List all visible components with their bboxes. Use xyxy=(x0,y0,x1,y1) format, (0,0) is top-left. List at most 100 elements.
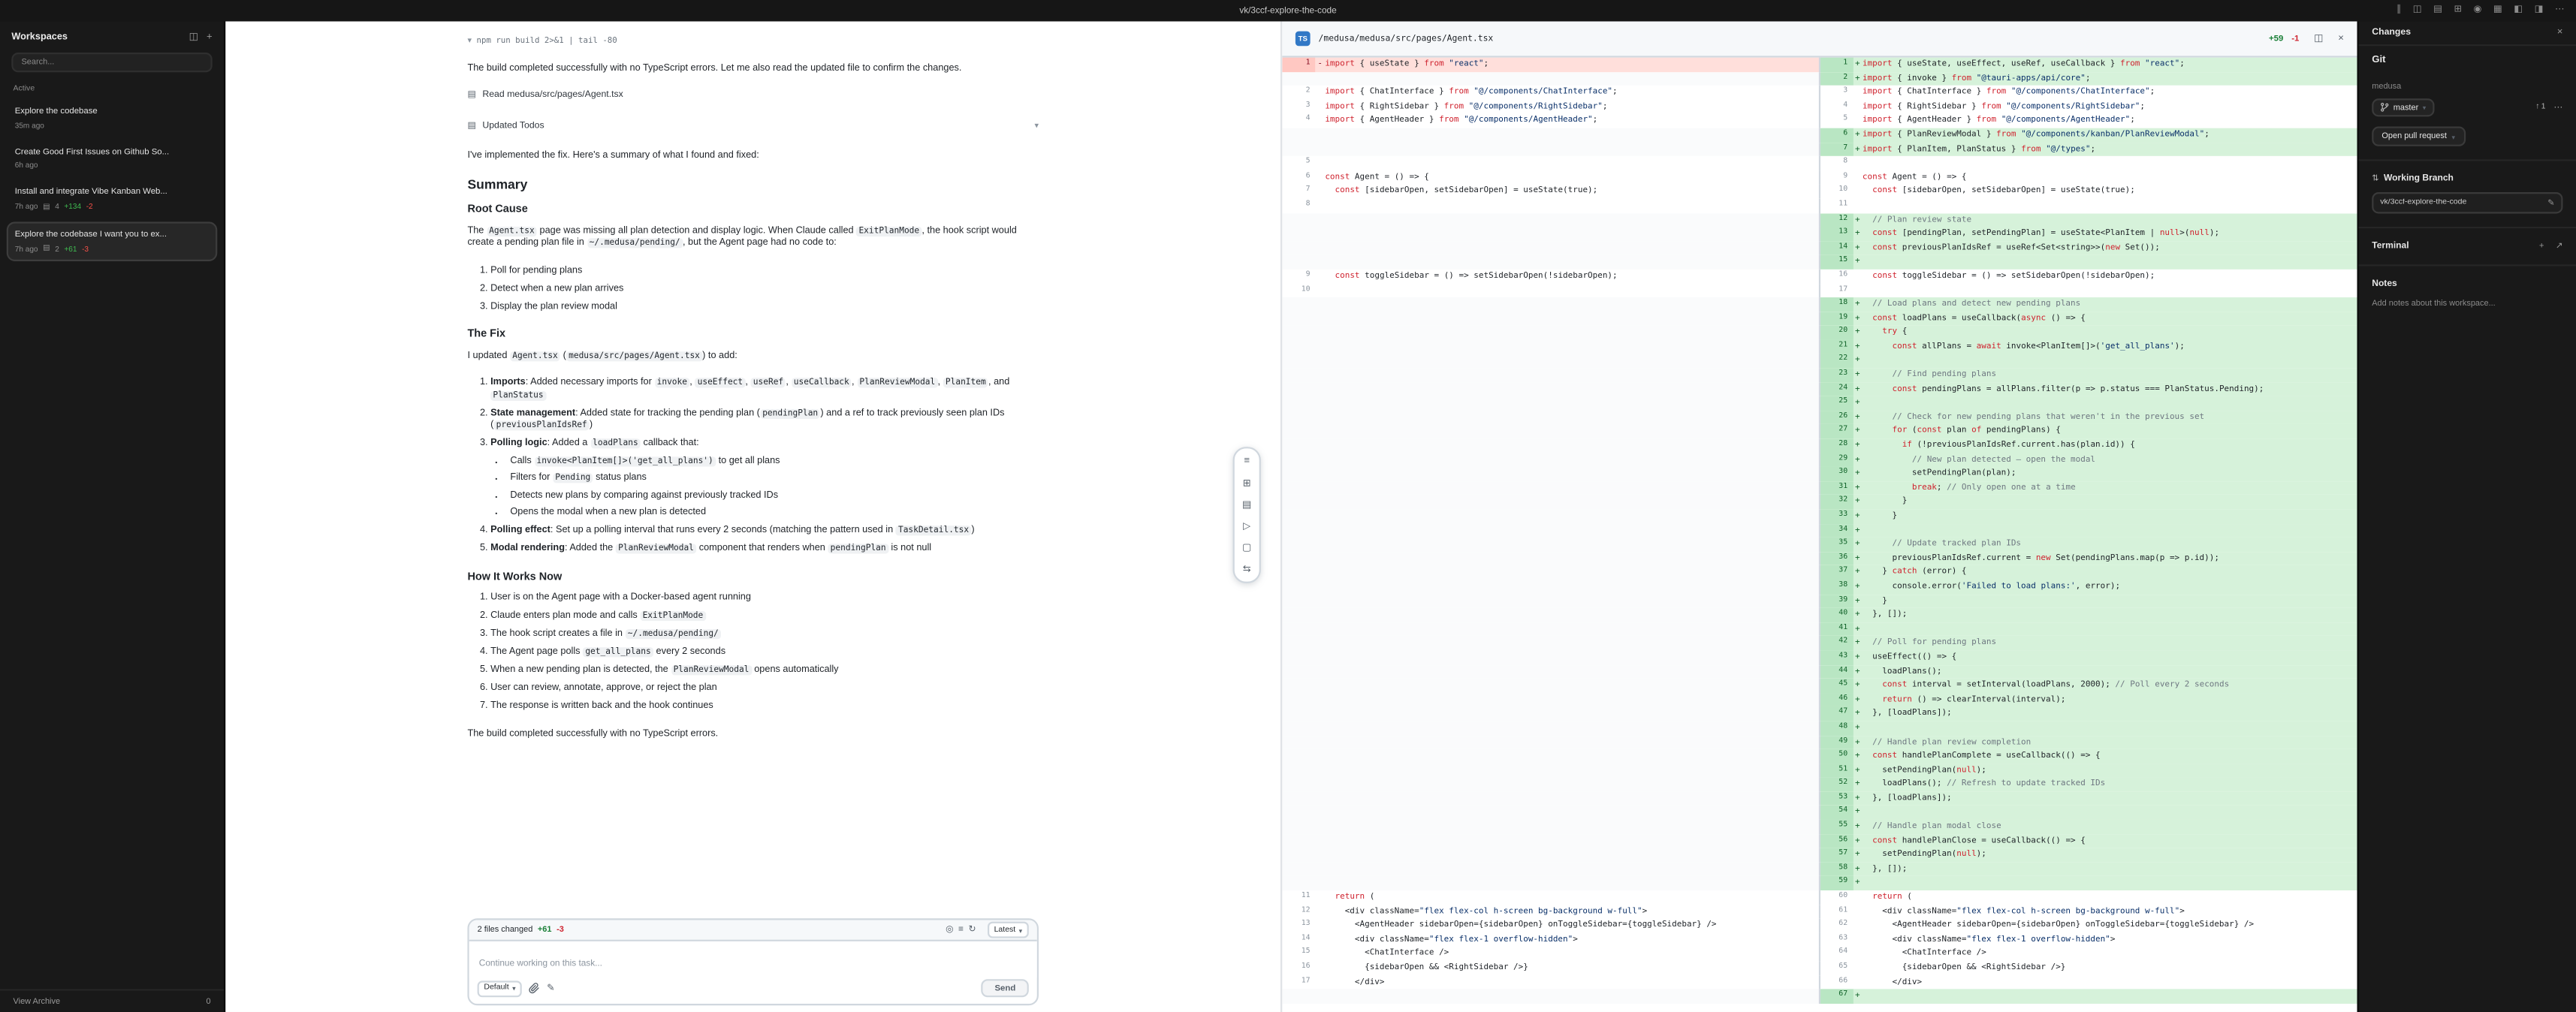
diff-file-path: /medusa/medusa/src/pages/Agent.tsx xyxy=(1319,34,2261,44)
compare-icon[interactable]: ⇆ xyxy=(1236,559,1257,578)
diff-row: 35+ // Update tracked plan IDs xyxy=(1282,538,2357,552)
refresh-icon[interactable]: ↻ xyxy=(969,925,976,935)
collapse-all-icon[interactable]: ◫ xyxy=(189,32,198,43)
panel-right-icon[interactable]: ◨ xyxy=(2535,6,2544,16)
repo-name: medusa xyxy=(2372,82,2562,92)
workspace-item[interactable]: Create Good First Issues on Github So...… xyxy=(7,139,218,177)
list-item: The Agent page polls get_all_plans every… xyxy=(490,647,1039,659)
diff-deletions: -1 xyxy=(2291,34,2299,44)
edit-icon[interactable]: ✎ xyxy=(547,983,554,993)
drag-handle-icon[interactable]: ≡ xyxy=(1236,452,1257,471)
fix-heading: The Fix xyxy=(467,329,1039,341)
chevron-down-icon: ▾ xyxy=(2423,104,2426,112)
open-pr-button[interactable]: Open pull request ▾ xyxy=(2372,126,2465,146)
model-select[interactable]: Default ▾ xyxy=(478,980,523,996)
workspace-item[interactable]: Explore the codebase35m ago xyxy=(7,98,218,137)
edit-branch-icon[interactable]: ✎ xyxy=(2547,198,2554,208)
more-icon[interactable]: ⋯ xyxy=(2555,6,2565,16)
diff-row: 58+ }, []); xyxy=(1282,863,2357,877)
send-button[interactable]: Send xyxy=(982,979,1029,997)
panel-left-icon[interactable]: ◧ xyxy=(2514,6,2523,16)
changes-list-icon[interactable]: ≡ xyxy=(958,925,964,935)
workspace-title: Install and integrate Vibe Kanban Web... xyxy=(15,187,210,197)
deletions-badge: -3 xyxy=(82,244,89,252)
inline-code: previousPlanIdsRef xyxy=(493,420,590,430)
how-it-works-list: User is on the Agent page with a Docker-… xyxy=(467,593,1039,714)
expand-terminal-icon[interactable]: ↗ xyxy=(2556,242,2563,251)
files-changed-label: 2 files changed xyxy=(478,925,533,935)
visibility-icon[interactable]: ◎ xyxy=(946,925,953,935)
sidebar-title: Workspaces xyxy=(11,32,180,42)
diff-row: 3import { RightSidebar } from "@/compone… xyxy=(1282,100,2357,114)
workspace-time: 6h ago xyxy=(15,161,38,169)
tool-call-todos[interactable]: ▤ Updated Todos ▾ xyxy=(467,121,1039,133)
message-input[interactable] xyxy=(469,941,1037,977)
workspace-item[interactable]: Explore the codebase I want you to ex...… xyxy=(7,221,218,261)
assistant-paragraph: The build completed successfully with no… xyxy=(467,63,1039,75)
workspace-item[interactable]: Install and integrate Vibe Kanban Web...… xyxy=(7,179,218,220)
titlebar-icons: ∥ ◫ ▤ ⊞ ◉ ▦ ◧ ◨ ⋯ xyxy=(2397,0,2565,21)
search-input[interactable] xyxy=(11,53,212,72)
split-view-icon[interactable]: ◫ xyxy=(2314,33,2323,44)
chevron-down-icon[interactable]: ▾ xyxy=(1034,121,1039,133)
attach-icon[interactable] xyxy=(529,983,540,994)
workspace-time: 7h ago xyxy=(15,202,38,210)
diff-row: 34+ xyxy=(1282,523,2357,538)
fix-list: Imports: Added necessary imports for inv… xyxy=(467,378,1039,556)
sidebar-footer: View Archive 0 xyxy=(0,989,224,1012)
changes-header: Changes × xyxy=(2359,21,2576,46)
working-branch-field[interactable]: vk/3ccf-explore-the-code ✎ xyxy=(2372,192,2562,213)
diff-table[interactable]: 1-import { useState } from "react";1+imp… xyxy=(1282,58,2357,1012)
list-item: Display the plan review modal xyxy=(490,302,1039,314)
panel-icon[interactable]: ▤ xyxy=(1236,495,1257,514)
diff-row: 50+ const handlePlanComplete = useCallba… xyxy=(1282,749,2357,764)
rows-icon[interactable]: ▤ xyxy=(2433,6,2442,16)
divider xyxy=(2359,159,2576,161)
branch-select[interactable]: master ▾ xyxy=(2372,98,2434,116)
inline-code: useEffect xyxy=(695,378,745,387)
chat-scroll-area[interactable]: ▾ npm run build 2>&1 | tail -80 The buil… xyxy=(225,21,1280,918)
record-icon[interactable]: ◉ xyxy=(2473,6,2481,16)
terminal-command-block[interactable]: ▾ npm run build 2>&1 | tail -80 xyxy=(467,36,1039,48)
inline-code: ~/.medusa/pending/ xyxy=(587,238,683,248)
diff-row: 14 <div className="flex flex-1 overflow-… xyxy=(1282,933,2357,947)
view-archive-link[interactable]: View Archive xyxy=(14,996,61,1006)
diff-row: 53+ }, [loadPlans]); xyxy=(1282,791,2357,806)
terminal-command: npm run build 2>&1 | tail -80 xyxy=(477,36,617,48)
chevron-down-icon: ▾ xyxy=(2452,132,2455,140)
composer-status-bar: 2 files changed +61 -3 ◎≡↻ Latest ▾ xyxy=(469,920,1037,941)
deletions-count: -3 xyxy=(557,925,564,935)
new-terminal-icon[interactable]: + xyxy=(2539,242,2544,251)
branch-swap-icon: ⇅ xyxy=(2372,174,2378,184)
tool-call-read-file[interactable]: ▤ Read medusa/src/pages/Agent.tsx xyxy=(467,90,1039,102)
close-diff-icon[interactable]: × xyxy=(2338,34,2344,44)
diff-row: 26+ // Check for new pending plans that … xyxy=(1282,411,2357,425)
more-options-icon[interactable]: ⋯ xyxy=(2553,103,2562,113)
diff-row: 44+ loadPlans(); xyxy=(1282,664,2357,679)
split-view-icon[interactable]: ◫ xyxy=(2413,6,2422,16)
version-label: Latest xyxy=(994,926,1016,934)
preview-icon[interactable]: ▢ xyxy=(1236,538,1257,557)
diff-row: 55+ // Handle plan modal close xyxy=(1282,820,2357,834)
grid-icon[interactable]: ⊞ xyxy=(2454,6,2462,16)
add-workspace-icon[interactable]: + xyxy=(207,32,213,42)
root-cause-list: Poll for pending plans Detect when a new… xyxy=(467,265,1039,314)
inline-code: TaskDetail.tsx xyxy=(896,526,972,535)
table-icon[interactable]: ▦ xyxy=(2493,6,2502,16)
run-icon[interactable]: ▷ xyxy=(1236,516,1257,535)
diff-row: 38+ console.error('Failed to load plans:… xyxy=(1282,580,2357,594)
version-select[interactable]: Latest ▾ xyxy=(988,922,1029,938)
notes-placeholder[interactable]: Add notes about this workspace... xyxy=(2372,299,2562,309)
diff-row: 40+ }, []); xyxy=(1282,608,2357,622)
pause-icon[interactable]: ∥ xyxy=(2397,6,2401,16)
diff-row: 12 <div className="flex flex-col h-scree… xyxy=(1282,905,2357,919)
diff-row: 13 <AgentHeader sidebarOpen={sidebarOpen… xyxy=(1282,919,2357,933)
diff-row: 27+ for (const plan of pendingPlans) { xyxy=(1282,425,2357,439)
copy-icon[interactable]: ⊞ xyxy=(1236,473,1257,492)
inline-code: PlanReviewModal xyxy=(857,378,937,387)
changes-body: Git medusa master ▾ ↑ 1 xyxy=(2359,46,2576,1012)
inline-code: pendingPlan xyxy=(828,544,888,553)
close-panel-icon[interactable]: × xyxy=(2557,28,2563,38)
tool-call-label: Updated Todos xyxy=(482,121,544,133)
commits-ahead: ↑ 1 xyxy=(2535,104,2545,112)
